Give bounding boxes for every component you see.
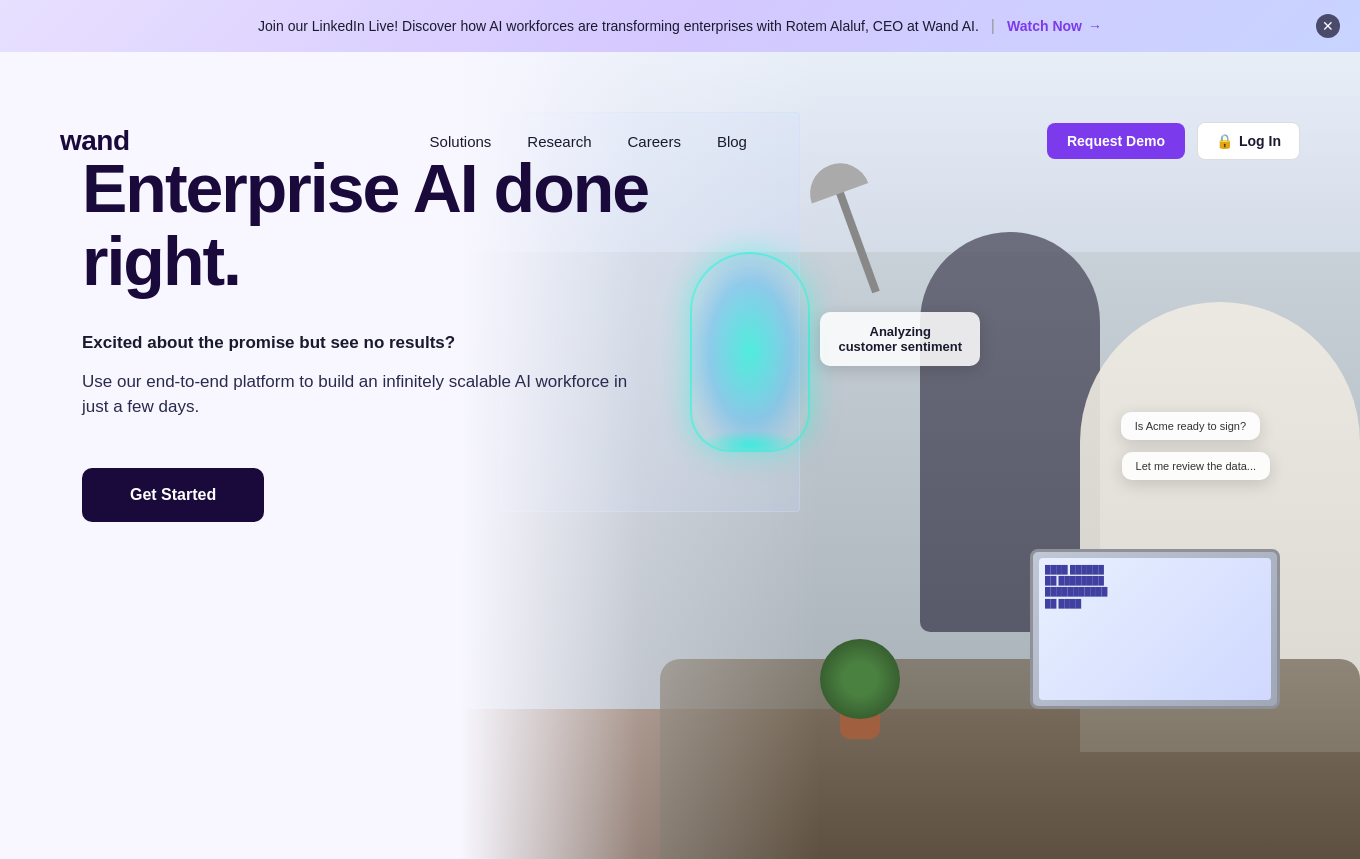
plant-decoration: [820, 629, 900, 739]
close-icon: ✕: [1322, 18, 1334, 34]
hero-content: Enterprise AI done right. Excited about …: [82, 152, 652, 522]
banner-divider: |: [991, 17, 995, 35]
nav-blog[interactable]: Blog: [717, 133, 747, 150]
nav-careers[interactable]: Careers: [628, 133, 681, 150]
chat-card-acme: Is Acme ready to sign?: [1121, 412, 1260, 440]
nav-solutions[interactable]: Solutions: [430, 133, 492, 150]
desk-lamp: [872, 172, 880, 292]
hero-section: ████ ██████ ██ ████████ ███████████ ██ █…: [0, 52, 1360, 859]
login-button[interactable]: 🔒 Log In: [1197, 122, 1300, 160]
hologram-body: [690, 252, 810, 452]
hero-subtitle-1: Excited about the promise but see no res…: [82, 331, 652, 355]
navbar: wand Solutions Research Careers Blog Req…: [0, 104, 1360, 178]
banner-watch-now-link[interactable]: Watch Now →: [1007, 18, 1102, 34]
banner-close-button[interactable]: ✕: [1316, 14, 1340, 38]
announcement-banner: Join our LinkedIn Live! Discover how AI …: [0, 0, 1360, 52]
banner-text: Join our LinkedIn Live! Discover how AI …: [258, 18, 979, 34]
request-demo-button[interactable]: Request Demo: [1047, 123, 1185, 159]
lock-icon: 🔒: [1216, 133, 1233, 149]
plant-leaves: [820, 639, 900, 719]
analyzing-card-title: Analyzing customer sentiment: [838, 324, 962, 354]
nav-links: Solutions Research Careers Blog: [430, 133, 747, 150]
banner-cta-label: Watch Now: [1007, 18, 1082, 34]
nav-actions: Request Demo 🔒 Log In: [1047, 122, 1300, 160]
hero-subtitle-2: Use our end-to-end platform to build an …: [82, 369, 652, 420]
chat-card-review: Let me review the data...: [1122, 452, 1270, 480]
get-started-button[interactable]: Get Started: [82, 468, 264, 522]
banner-cta-arrow: →: [1088, 18, 1102, 34]
nav-research[interactable]: Research: [527, 133, 591, 150]
logo-text: wand: [60, 125, 130, 157]
ai-hologram: [660, 252, 840, 532]
logo[interactable]: wand: [60, 125, 130, 157]
hologram-glow: [700, 430, 800, 452]
analyzing-card: Analyzing customer sentiment: [820, 312, 980, 366]
